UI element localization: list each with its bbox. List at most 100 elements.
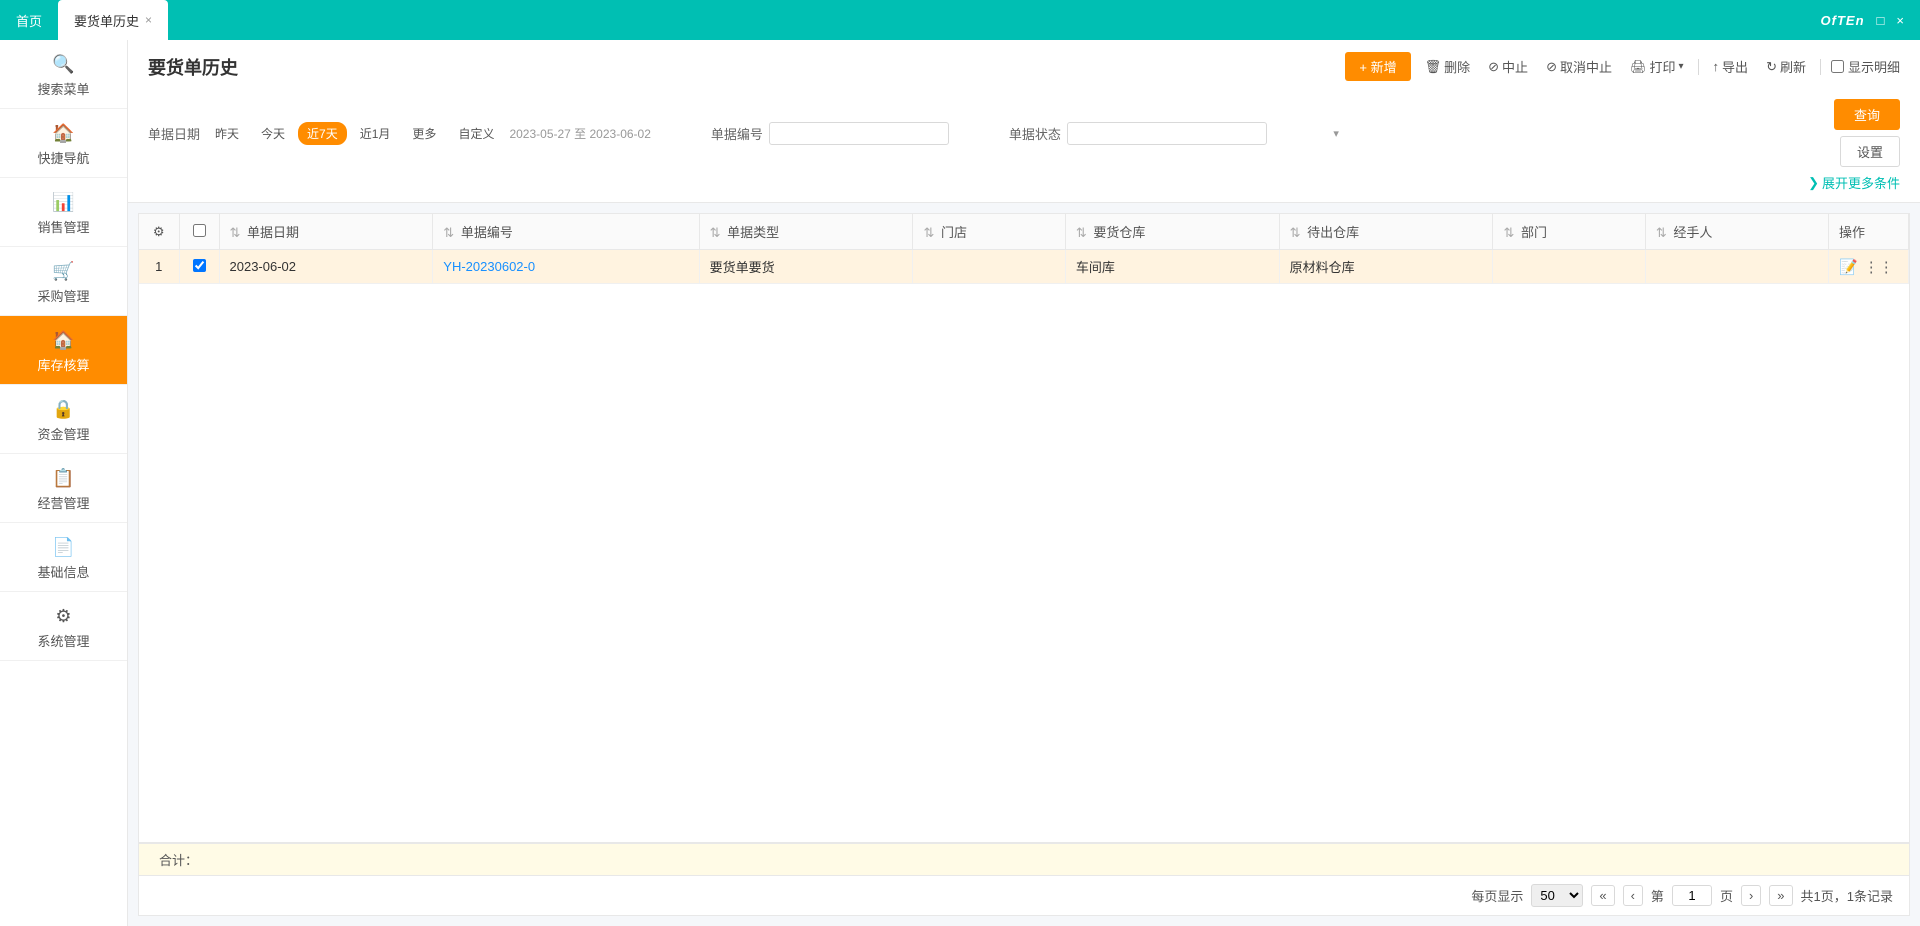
- jump-label: 第: [1651, 886, 1664, 905]
- sidebar-item-quick-nav[interactable]: 🏠 快捷导航: [0, 109, 127, 178]
- delete-button[interactable]: 🗑 删除: [1421, 55, 1475, 78]
- th-doc-date-label: 单据日期: [247, 225, 299, 240]
- select-chevron-icon: ▾: [1333, 127, 1339, 140]
- tab-close-icon[interactable]: ×: [145, 13, 152, 27]
- page-title-row: 要货单历史 + 新增 🗑 删除 ⊘ 中止 ⊘ 取消中止: [148, 52, 1900, 81]
- page-size-select[interactable]: 20 50 100: [1531, 884, 1583, 907]
- td-req-warehouse: 车间库: [1065, 250, 1279, 284]
- sort-icon: ⇅: [230, 225, 241, 240]
- doc-number-input[interactable]: [769, 122, 949, 145]
- sidebar-item-inventory[interactable]: 🏠 库存核算: [0, 316, 127, 385]
- print-button[interactable]: 🖨 打印 ▾: [1626, 55, 1688, 78]
- export-label: 导出: [1722, 57, 1748, 76]
- sidebar-item-system[interactable]: ⚙ 系统管理: [0, 592, 127, 661]
- lock-icon: 🔒: [52, 399, 74, 420]
- tab-home[interactable]: 首页: [0, 0, 58, 40]
- prev-page-button[interactable]: ‹: [1623, 885, 1643, 906]
- brand-label: OfTEn: [1821, 13, 1865, 28]
- sidebar-item-sales[interactable]: 📊 销售管理: [0, 178, 127, 247]
- date-btn-last7[interactable]: 近7天: [298, 122, 347, 145]
- more-icon[interactable]: ⋮⋮: [1864, 258, 1894, 276]
- restore-icon[interactable]: □: [1877, 13, 1885, 28]
- date-btn-today[interactable]: 今天: [252, 122, 294, 145]
- home-icon: 🏠: [52, 123, 74, 144]
- cart-icon: 🛒: [52, 261, 74, 282]
- search-icon: 🔍: [52, 54, 74, 75]
- th-doc-type-label: 单据类型: [727, 225, 779, 240]
- th-settings[interactable]: ⚙: [139, 214, 179, 250]
- expand-label: 展开更多条件: [1822, 173, 1900, 192]
- doc-status-select[interactable]: [1067, 122, 1267, 145]
- sidebar-item-basic-info[interactable]: 📄 基础信息: [0, 523, 127, 592]
- date-range-text: 2023-05-27 至 2023-06-02: [509, 125, 650, 142]
- toolbar-divider-1: [1698, 59, 1699, 75]
- td-pending-warehouse: 原材料仓库: [1279, 250, 1493, 284]
- query-button[interactable]: 查询: [1834, 99, 1900, 130]
- close-icon[interactable]: ×: [1896, 13, 1904, 28]
- page-size-label: 每页显示: [1471, 886, 1523, 905]
- th-pending-warehouse[interactable]: ⇅ 待出仓库: [1279, 214, 1493, 250]
- select-all-checkbox[interactable]: [193, 224, 206, 237]
- sort-icon-7: ⇅: [1503, 225, 1514, 240]
- th-department-label: 部门: [1521, 225, 1547, 240]
- settings-button[interactable]: 设置: [1840, 136, 1900, 167]
- th-store[interactable]: ⇅ 门店: [913, 214, 1065, 250]
- export-button[interactable]: ↑ 导出: [1709, 55, 1753, 78]
- th-doc-date[interactable]: ⇅ 单据日期: [219, 214, 433, 250]
- stop-icon: ⊘: [1488, 59, 1499, 75]
- td-num: 1: [139, 250, 179, 284]
- next-page-button[interactable]: ›: [1741, 885, 1761, 906]
- last-page-button[interactable]: »: [1769, 885, 1792, 906]
- refresh-button[interactable]: ↻ 刷新: [1762, 55, 1810, 78]
- edit-icon[interactable]: 📝: [1839, 258, 1858, 276]
- page-input[interactable]: [1672, 885, 1712, 906]
- show-detail-checkbox[interactable]: [1831, 60, 1844, 73]
- content-area: 要货单历史 + 新增 🗑 删除 ⊘ 中止 ⊘ 取消中止: [128, 40, 1920, 926]
- filter-date-group: 单据日期 昨天 今天 近7天 近1月 更多 自定义 2023-05-27 至 2…: [148, 122, 651, 145]
- sidebar-item-purchase[interactable]: 🛒 采购管理: [0, 247, 127, 316]
- sidebar-item-search[interactable]: 🔍 搜索菜单: [0, 40, 127, 109]
- sidebar-item-operations[interactable]: 📋 经营管理: [0, 454, 127, 523]
- expand-more-button[interactable]: ❯ 展开更多条件: [1808, 173, 1900, 192]
- td-doc-number[interactable]: YH-20230602-0: [433, 250, 699, 284]
- table-body: 1 2023-06-02 YH-20230602-0 要货单要货 车间库 原材料…: [139, 250, 1909, 284]
- th-doc-number-label: 单据编号: [461, 225, 513, 240]
- column-settings-icon[interactable]: ⚙: [153, 224, 165, 239]
- expand-chevron-icon: ❯: [1808, 175, 1819, 191]
- th-store-label: 门店: [941, 225, 967, 240]
- th-department[interactable]: ⇅ 部门: [1493, 214, 1645, 250]
- tab-requisition-history[interactable]: 要货单历史 ×: [58, 0, 168, 40]
- first-page-button[interactable]: «: [1591, 885, 1614, 906]
- sidebar-item-finance[interactable]: 🔒 资金管理: [0, 385, 127, 454]
- doc-number-label: 单据编号: [711, 124, 763, 143]
- filter-bar: 单据日期 昨天 今天 近7天 近1月 更多 自定义 2023-05-27 至 2…: [148, 91, 1900, 202]
- sidebar-label-quick-nav: 快捷导航: [37, 148, 89, 167]
- td-department: [1493, 250, 1645, 284]
- table-footer: 合计：: [138, 843, 1910, 876]
- inventory-icon: 🏠: [52, 330, 74, 351]
- new-button[interactable]: + 新增: [1345, 52, 1410, 81]
- th-doc-type[interactable]: ⇅ 单据类型: [699, 214, 913, 250]
- operations-icon: 📋: [52, 468, 74, 489]
- sidebar: 🔍 搜索菜单 🏠 快捷导航 📊 销售管理 🛒 采购管理 🏠 库存核算 🔒 资金管…: [0, 40, 128, 926]
- date-btn-custom[interactable]: 自定义: [449, 122, 503, 145]
- doc-number-link[interactable]: YH-20230602-0: [443, 259, 535, 274]
- date-btn-more[interactable]: 更多: [403, 122, 445, 145]
- sidebar-label-finance: 资金管理: [37, 424, 89, 443]
- row-checkbox[interactable]: [193, 259, 206, 272]
- date-btn-yesterday[interactable]: 昨天: [206, 122, 248, 145]
- cancel-stop-button[interactable]: ⊘ 取消中止: [1542, 55, 1616, 78]
- doc-date-label: 单据日期: [148, 124, 200, 143]
- th-handler[interactable]: ⇅ 经手人: [1645, 214, 1828, 250]
- th-doc-number[interactable]: ⇅ 单据编号: [433, 214, 699, 250]
- th-pending-warehouse-label: 待出仓库: [1307, 225, 1359, 240]
- sort-icon-5: ⇅: [1076, 225, 1087, 240]
- th-req-warehouse[interactable]: ⇅ 要货仓库: [1065, 214, 1279, 250]
- stop-button[interactable]: ⊘ 中止: [1484, 55, 1532, 78]
- doc-status-select-wrapper: ▾: [1067, 122, 1347, 145]
- date-btn-last1month[interactable]: 近1月: [351, 122, 400, 145]
- page-header: 要货单历史 + 新增 🗑 删除 ⊘ 中止 ⊘ 取消中止: [128, 40, 1920, 203]
- table-header: ⚙ ⇅ 单据日期 ⇅ 单据编号: [139, 214, 1909, 250]
- show-detail-check[interactable]: 显示明细: [1831, 57, 1900, 76]
- page-title: 要货单历史: [148, 54, 238, 80]
